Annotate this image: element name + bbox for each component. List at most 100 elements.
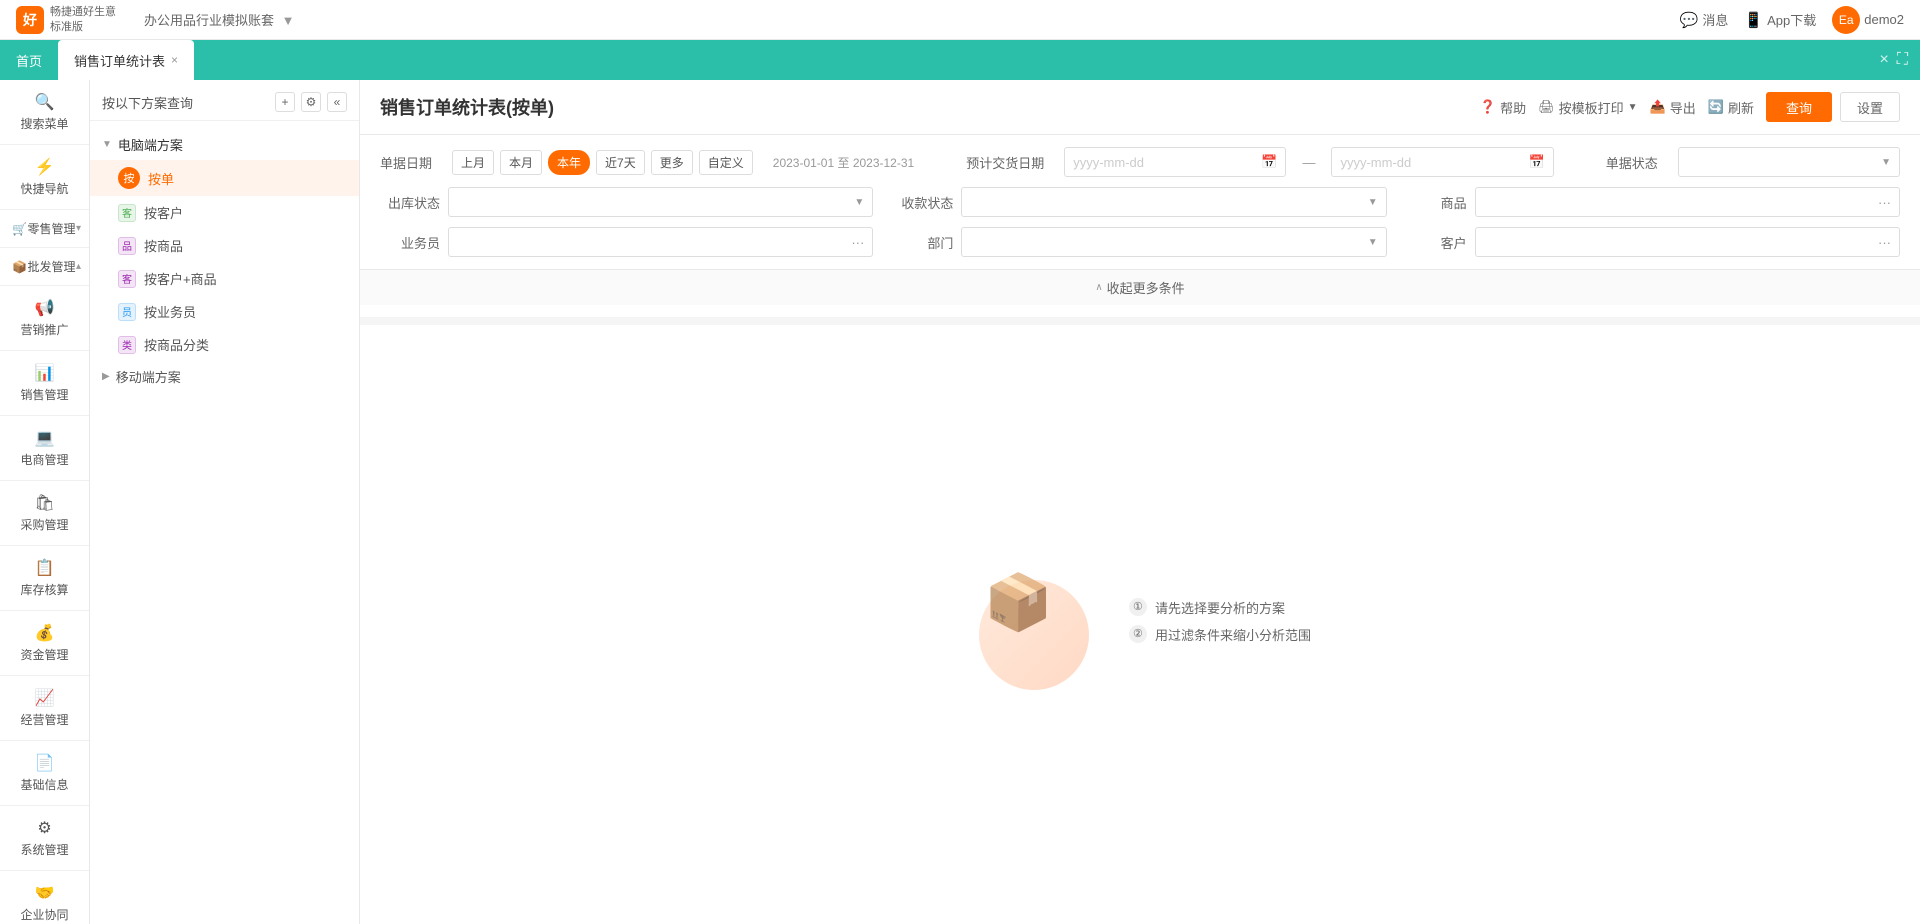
empty-state-illustration: 📦 [969,560,1099,690]
logo-icon: 好 [16,6,44,34]
scheme-settings-btn[interactable]: ⚙ [301,92,321,112]
sidebar-finance: 💰 资金管理 [0,611,89,676]
quicknav-icon: ⚡ [35,157,55,177]
message-btn[interactable]: 💬 消息 [1680,10,1729,29]
sidebar-item-sales[interactable]: 📊 销售管理 [0,351,89,415]
sidebar-item-ecommerce[interactable]: 💻 电商管理 [0,416,89,480]
customer-label: 客户 [1407,233,1467,252]
date-separator: — [1302,155,1315,170]
sidebar-marketing: 📢 营销推广 [0,286,89,351]
date-btn-thismonth[interactable]: 本月 [500,150,542,175]
date-btn-lastmonth[interactable]: 上月 [452,150,494,175]
sidebar-ecommerce: 💻 电商管理 [0,416,89,481]
left-panel-actions: + ⚙ « [275,92,347,112]
wholesale-icon: 📦 [12,260,27,274]
filter-row-2: 出库状态 ▼ 收款状态 ▼ 商品 [380,187,1900,217]
collapse-arrow-icon: ∧ [1095,282,1102,293]
scheme-item-by-prodcat[interactable]: 类 按商品分类 [90,328,359,361]
sidebar-item-inventory[interactable]: 📋 库存核算 [0,546,89,610]
scheme-icon-prodcat: 类 [118,336,136,354]
add-scheme-btn[interactable]: + [275,92,295,112]
date-btn-custom[interactable]: 自定义 [699,150,753,175]
scheme-collapse-btn[interactable]: « [327,92,347,112]
refresh-btn[interactable]: 🔄 刷新 [1708,98,1754,117]
tab-sales-order-stat[interactable]: 销售订单统计表 × [58,40,194,80]
date-label: 单据日期 [380,153,440,172]
tab-actions: × ⛶ [1879,51,1920,69]
filter-cell-customer: 客户 ··· [1407,227,1900,257]
content-area: 按以下方案查询 + ⚙ « ▼ 电脑端方案 按 按单 [90,80,1920,924]
logo-area: 好 畅捷通好生意 标准版 [16,5,116,34]
status-label: 单据状态 [1606,153,1658,172]
product-label: 商品 [1407,193,1467,212]
filter-cell-department: 部门 ▼ [893,227,1386,257]
salesperson-more-icon[interactable]: ··· [851,235,864,250]
user-avatar[interactable]: Ea demo2 [1832,6,1904,34]
department-dropdown[interactable]: ▼ [961,227,1386,257]
sidebar-item-search[interactable]: 🔍 搜索菜单 [0,80,89,144]
date-to-input[interactable]: yyyy-mm-dd 📅 [1331,147,1553,177]
scheme-icon-salesperson: 员 [118,303,136,321]
collapse-bar[interactable]: ∧ 收起更多条件 [360,269,1920,305]
mobile-scheme-arrow: ▶ [102,371,110,382]
page-title: 销售订单统计表(按单) [380,94,554,120]
sidebar-item-wholesale[interactable]: 📦 批发管理 ▴ [0,248,89,285]
tab-minimize-btn[interactable]: × [1879,51,1888,69]
status-select[interactable]: ▼ [1678,147,1900,177]
date-btn-thisyear[interactable]: 本年 [548,150,590,175]
product-input[interactable]: ··· [1475,187,1900,217]
help-btn[interactable]: ❓ 帮助 [1480,98,1526,117]
sidebar-item-purchase[interactable]: 🛍 采购管理 [0,481,89,545]
sidebar-item-enterprise[interactable]: 🤝 企业协同 [0,871,89,924]
sidebar-quicknav: ⚡ 快捷导航 [0,145,89,210]
action-buttons: 查询 设置 [1766,92,1900,122]
sidebar-inventory: 📋 库存核算 [0,546,89,611]
top-bar-left: 好 畅捷通好生意 标准版 办公用品行业模拟账套 ▼ [16,5,295,34]
export-btn[interactable]: 📤 导出 [1650,98,1696,117]
receipt-status-dropdown[interactable]: ▼ [961,187,1386,217]
tab-close-icon[interactable]: × [171,53,178,67]
retail-expand-icon: ▾ [76,223,81,234]
pc-scheme-group-title[interactable]: ▼ 电脑端方案 [90,129,359,160]
tab-home[interactable]: 首页 [0,40,58,80]
date-from-calendar-icon: 📅 [1261,154,1277,170]
salesperson-input[interactable]: ··· [448,227,873,257]
out-status-dropdown[interactable]: ▼ [448,187,873,217]
date-range-text: 2023-01-01 至 2023-12-31 [773,154,914,171]
date-btn-more[interactable]: 更多 [651,150,693,175]
collapse-text: 收起更多条件 [1107,278,1185,297]
scheme-item-by-salesperson[interactable]: 员 按业务员 [90,295,359,328]
sidebar-item-quicknav[interactable]: ⚡ 快捷导航 [0,145,89,209]
mobile-scheme-group[interactable]: ▶ 移动端方案 [90,361,359,392]
product-more-icon[interactable]: ··· [1878,195,1891,210]
setting-button[interactable]: 设置 [1840,92,1900,122]
date-btn-7days[interactable]: 近7天 [596,150,645,175]
date-from-input[interactable]: yyyy-mm-dd 📅 [1064,147,1286,177]
sidebar-item-system[interactable]: ⚙ 系统管理 [0,806,89,870]
scheme-item-by-cust-prod[interactable]: 客 按客户+商品 [90,262,359,295]
scheme-item-by-product[interactable]: 品 按商品 [90,229,359,262]
operations-icon: 📈 [35,688,55,708]
scheme-item-by-customer[interactable]: 客 按客户 [90,196,359,229]
query-button[interactable]: 查询 [1766,92,1832,122]
pc-scheme-group: ▼ 电脑端方案 按 按单 客 按客户 [90,129,359,361]
app-download-btn[interactable]: 📱 App下载 [1744,10,1816,29]
print-btn[interactable]: 🖨 按模板打印 ▼ [1538,98,1637,117]
sidebar-item-marketing[interactable]: 📢 营销推广 [0,286,89,350]
filter-cell-outstatus: 出库状态 ▼ [380,187,873,217]
customer-more-icon[interactable]: ··· [1878,235,1891,250]
left-panel-title: 按以下方案查询 [102,93,193,112]
scheme-item-by-order[interactable]: 按 按单 [90,160,359,196]
left-panel: 按以下方案查询 + ⚙ « ▼ 电脑端方案 按 按单 [90,80,360,924]
print-dropdown-icon: ▼ [1628,102,1638,113]
ecommerce-icon: 💻 [35,428,55,448]
department-label: 部门 [893,233,953,252]
sidebar-item-finance[interactable]: 💰 资金管理 [0,611,89,675]
sidebar-basic: 📄 基础信息 [0,741,89,806]
sidebar-item-basic[interactable]: 📄 基础信息 [0,741,89,805]
customer-input[interactable]: ··· [1475,227,1900,257]
sidebar-item-operations[interactable]: 📈 经营管理 [0,676,89,740]
tab-maximize-btn[interactable]: ⛶ [1897,51,1908,69]
sidebar-item-retail[interactable]: 🛒 零售管理 ▾ [0,210,89,247]
system-icon: ⚙ [37,818,51,838]
